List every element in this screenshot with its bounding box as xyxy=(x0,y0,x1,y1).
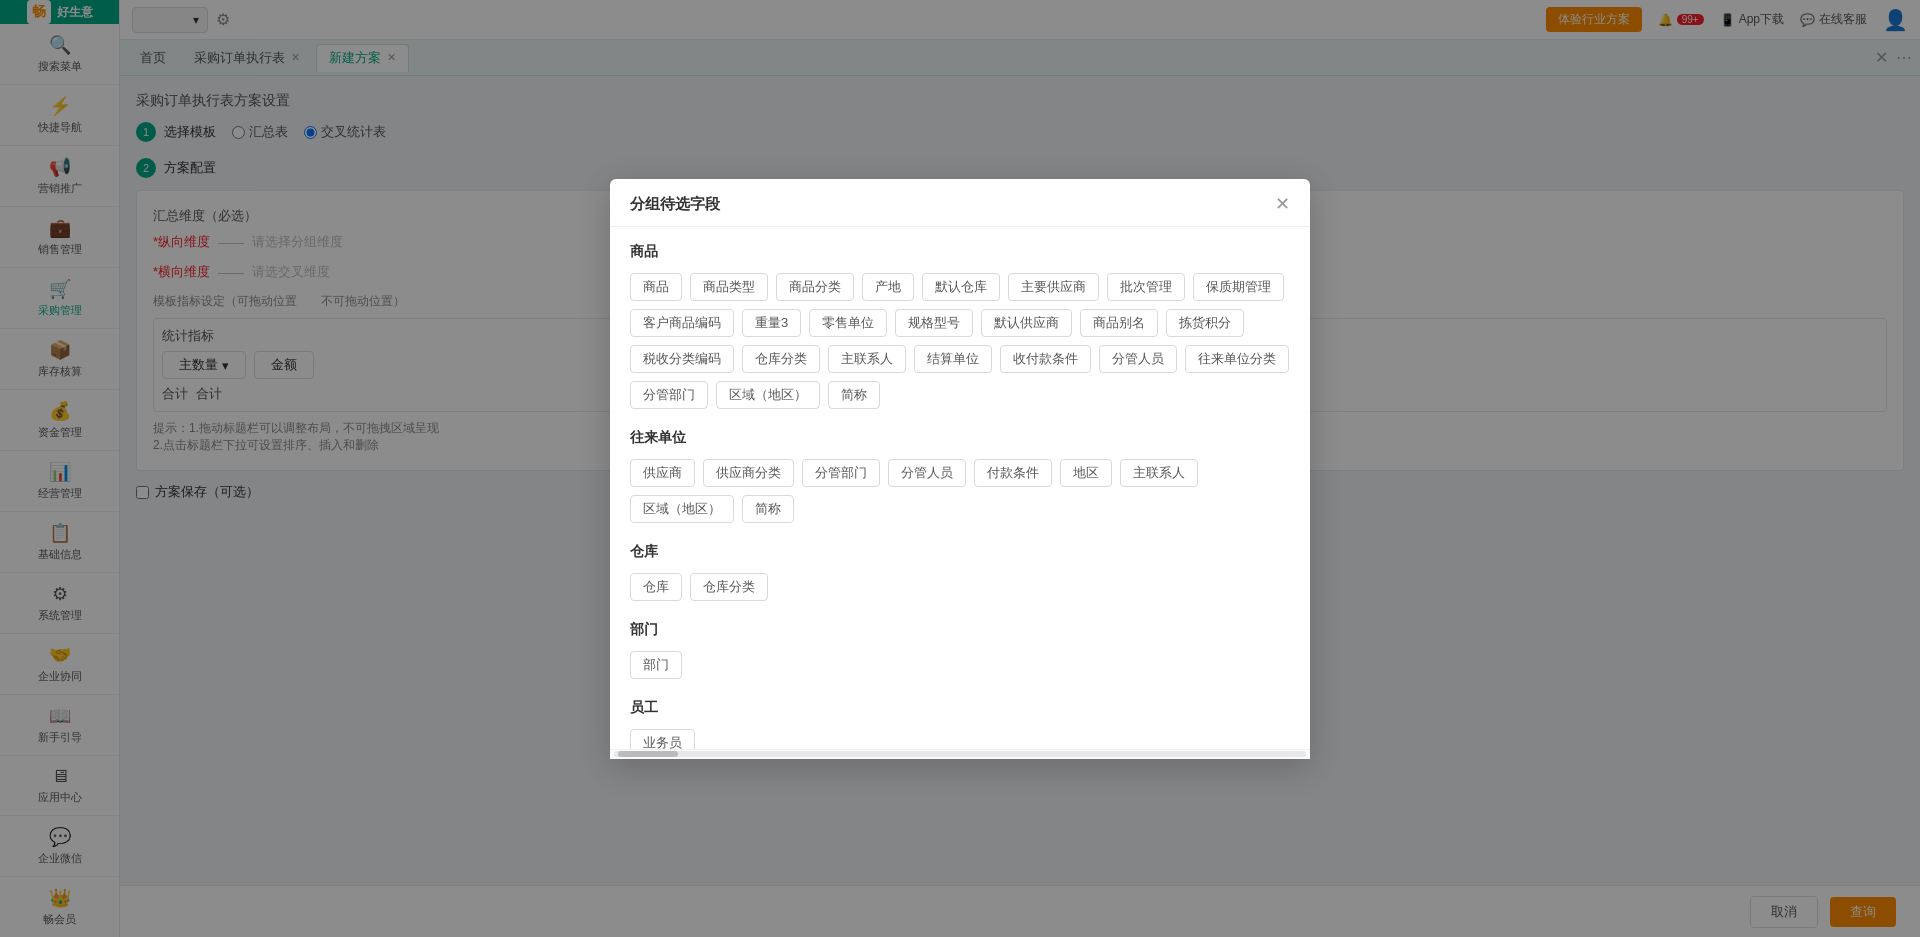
field-tag-0-5[interactable]: 主要供应商 xyxy=(1008,273,1099,301)
field-tag-1-8[interactable]: 简称 xyxy=(742,495,794,523)
field-tag-0-8[interactable]: 客户商品编码 xyxy=(630,309,734,337)
field-tags-0: 商品商品类型商品分类产地默认仓库主要供应商批次管理保质期管理客户商品编码重量3 零… xyxy=(630,273,1290,409)
modal-header: 分组待选字段 ✕ xyxy=(610,179,1310,227)
field-tag-0-16[interactable]: 仓库分类 xyxy=(742,345,820,373)
field-tag-1-4[interactable]: 付款条件 xyxy=(974,459,1052,487)
field-tags-4: 业务员 xyxy=(630,729,1290,749)
field-tag-0-1[interactable]: 商品类型 xyxy=(690,273,768,301)
hscroll-thumb xyxy=(618,751,678,757)
field-tag-0-24[interactable]: 简称 xyxy=(828,381,880,409)
field-tag-0-6[interactable]: 批次管理 xyxy=(1107,273,1185,301)
field-tag-1-2[interactable]: 分管部门 xyxy=(802,459,880,487)
field-tag-2-1[interactable]: 仓库分类 xyxy=(690,573,768,601)
field-tag-2-0[interactable]: 仓库 xyxy=(630,573,682,601)
field-section-title-2: 仓库 xyxy=(630,543,1290,561)
field-tag-0-11[interactable]: 规格型号 xyxy=(895,309,973,337)
field-tags-3: 部门 xyxy=(630,651,1290,679)
field-tag-0-7[interactable]: 保质期管理 xyxy=(1193,273,1284,301)
modal-overlay: 分组待选字段 ✕ 商品商品商品类型商品分类产地默认仓库主要供应商批次管理保质期管… xyxy=(0,0,1920,937)
field-tag-0-22[interactable]: 分管部门 xyxy=(630,381,708,409)
field-section-title-1: 往来单位 xyxy=(630,429,1290,447)
field-tag-1-3[interactable]: 分管人员 xyxy=(888,459,966,487)
field-section-3: 部门部门 xyxy=(630,621,1290,679)
field-tag-0-23[interactable]: 区域（地区） xyxy=(716,381,820,409)
field-tag-0-4[interactable]: 默认仓库 xyxy=(922,273,1000,301)
field-section-4: 员工业务员 xyxy=(630,699,1290,749)
field-tag-0-20[interactable]: 分管人员 xyxy=(1099,345,1177,373)
field-tag-0-13[interactable]: 商品别名 xyxy=(1080,309,1158,337)
hscroll-track xyxy=(614,751,1306,757)
modal: 分组待选字段 ✕ 商品商品商品类型商品分类产地默认仓库主要供应商批次管理保质期管… xyxy=(610,179,1310,759)
field-tag-0-10[interactable]: 零售单位 xyxy=(809,309,887,337)
field-tag-4-0[interactable]: 业务员 xyxy=(630,729,695,749)
field-section-title-3: 部门 xyxy=(630,621,1290,639)
field-section-0: 商品商品商品类型商品分类产地默认仓库主要供应商批次管理保质期管理客户商品编码重量… xyxy=(630,243,1290,409)
field-tag-0-19[interactable]: 收付款条件 xyxy=(1000,345,1091,373)
field-tag-0-2[interactable]: 商品分类 xyxy=(776,273,854,301)
field-tag-0-21[interactable]: 往来单位分类 xyxy=(1185,345,1289,373)
field-tag-1-6[interactable]: 主联系人 xyxy=(1120,459,1198,487)
field-tag-0-18[interactable]: 结算单位 xyxy=(914,345,992,373)
field-tag-0-14[interactable]: 拣货积分 xyxy=(1166,309,1244,337)
field-tags-1: 供应商供应商分类分管部门分管人员付款条件地区主联系人区域（地区） 简称 xyxy=(630,459,1290,523)
field-tag-0-0[interactable]: 商品 xyxy=(630,273,682,301)
modal-hscroll[interactable] xyxy=(610,749,1310,759)
field-tag-1-1[interactable]: 供应商分类 xyxy=(703,459,794,487)
field-tag-0-15[interactable]: 税收分类编码 xyxy=(630,345,734,373)
field-section-title-0: 商品 xyxy=(630,243,1290,261)
field-tag-1-0[interactable]: 供应商 xyxy=(630,459,695,487)
modal-body: 商品商品商品类型商品分类产地默认仓库主要供应商批次管理保质期管理客户商品编码重量… xyxy=(610,227,1310,749)
modal-title: 分组待选字段 xyxy=(630,195,720,214)
field-section-1: 往来单位供应商供应商分类分管部门分管人员付款条件地区主联系人区域（地区） 简称 xyxy=(630,429,1290,523)
field-tag-0-9[interactable]: 重量3 xyxy=(742,309,801,337)
field-tag-0-17[interactable]: 主联系人 xyxy=(828,345,906,373)
field-tag-3-0[interactable]: 部门 xyxy=(630,651,682,679)
field-section-title-4: 员工 xyxy=(630,699,1290,717)
modal-close-button[interactable]: ✕ xyxy=(1275,195,1290,213)
field-tag-0-12[interactable]: 默认供应商 xyxy=(981,309,1072,337)
field-tags-2: 仓库仓库分类 xyxy=(630,573,1290,601)
field-tag-1-5[interactable]: 地区 xyxy=(1060,459,1112,487)
field-tag-0-3[interactable]: 产地 xyxy=(862,273,914,301)
field-tag-1-7[interactable]: 区域（地区） xyxy=(630,495,734,523)
field-section-2: 仓库仓库仓库分类 xyxy=(630,543,1290,601)
